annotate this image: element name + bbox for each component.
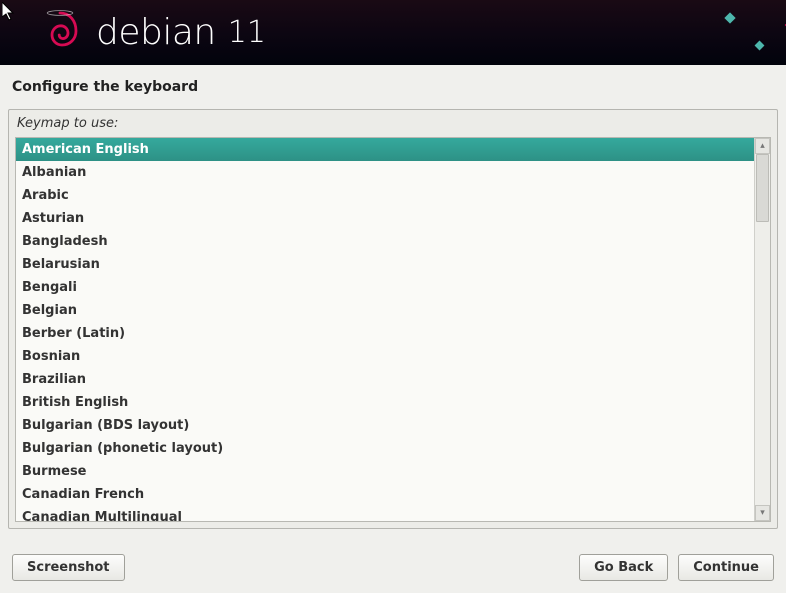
keymap-item[interactable]: Bulgarian (BDS layout) (16, 414, 754, 437)
content-frame: Keymap to use: American EnglishAlbanianA… (8, 109, 778, 529)
keymap-list-container: American EnglishAlbanianArabicAsturianBa… (15, 137, 771, 522)
scrollbar[interactable]: ▴ ▾ (754, 138, 770, 521)
keymap-item[interactable]: Bosnian (16, 345, 754, 368)
keymap-item[interactable]: Belarusian (16, 253, 754, 276)
screenshot-button[interactable]: Screenshot (12, 554, 125, 581)
keymap-item[interactable]: Bulgarian (phonetic layout) (16, 437, 754, 460)
scroll-down-icon[interactable]: ▾ (755, 505, 770, 521)
keymap-item[interactable]: Asturian (16, 207, 754, 230)
keymap-item[interactable]: Bengali (16, 276, 754, 299)
go-back-button[interactable]: Go Back (579, 554, 668, 581)
brand-version: 11 (228, 15, 266, 50)
keymap-item[interactable]: Burmese (16, 460, 754, 483)
keymap-item[interactable]: Albanian (16, 161, 754, 184)
nav-button-group: Go Back Continue (579, 554, 774, 581)
keymap-item[interactable]: Belgian (16, 299, 754, 322)
brand-name: debian (96, 12, 216, 53)
keymap-item[interactable]: Canadian Multilingual (16, 506, 754, 521)
debian-swirl-icon (40, 9, 80, 57)
keymap-item[interactable]: American English (16, 138, 754, 161)
keymap-item[interactable]: Arabic (16, 184, 754, 207)
keymap-item[interactable]: Canadian French (16, 483, 754, 506)
keymap-item[interactable]: British English (16, 391, 754, 414)
scroll-thumb[interactable] (756, 154, 769, 222)
keymap-item[interactable]: Berber (Latin) (16, 322, 754, 345)
keymap-list[interactable]: American EnglishAlbanianArabicAsturianBa… (16, 138, 754, 521)
scroll-up-icon[interactable]: ▴ (755, 138, 770, 154)
installer-header: debian 11 (0, 0, 786, 65)
continue-button[interactable]: Continue (678, 554, 774, 581)
button-bar: Screenshot Go Back Continue (12, 554, 774, 581)
keymap-item[interactable]: Brazilian (16, 368, 754, 391)
keymap-label: Keymap to use: (9, 110, 777, 137)
page-title: Configure the keyboard (0, 65, 786, 105)
keymap-item[interactable]: Bangladesh (16, 230, 754, 253)
